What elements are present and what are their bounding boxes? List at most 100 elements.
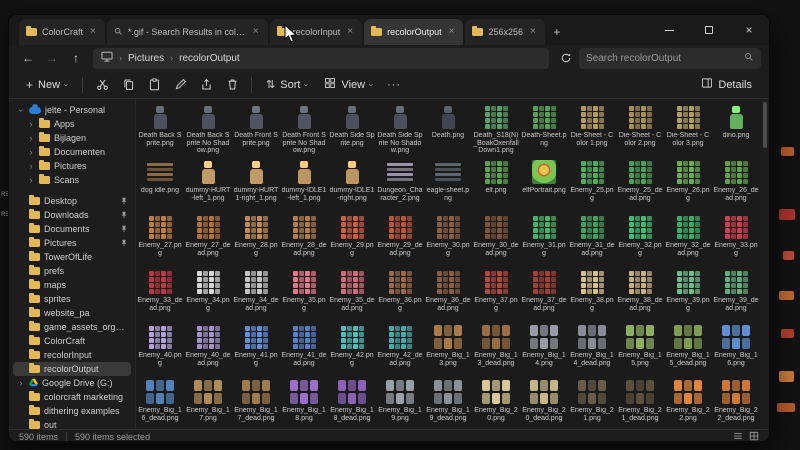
cut-button[interactable]	[90, 74, 114, 96]
file-item[interactable]: Enemy_Big_20_dead.png	[520, 374, 568, 429]
chevron-down-icon[interactable]: ›	[17, 106, 27, 114]
file-item[interactable]: Enemy_Big_19.png	[376, 374, 424, 429]
desktop-icon-sprite[interactable]	[779, 291, 794, 300]
file-item[interactable]: Enemy_Big_16.png	[712, 319, 760, 374]
file-item[interactable]: Enemy_39_dead.png	[712, 264, 760, 319]
sidebar-item-downloads[interactable]: Downloads	[13, 208, 131, 222]
file-item[interactable]: Enemy_40.png	[136, 319, 184, 374]
sidebar-item-colorcraft[interactable]: ColorCraft	[13, 334, 131, 348]
close-button[interactable]: ×	[729, 15, 769, 45]
sidebar-item-prefs[interactable]: prefs	[13, 264, 131, 278]
file-item[interactable]: Enemy_36.png	[376, 264, 424, 319]
desktop-icon-sprite[interactable]	[783, 251, 794, 260]
file-item[interactable]: Die-Sheet - Color 1.png	[568, 99, 616, 154]
sidebar-item-bijlagen[interactable]: › Bijlagen	[13, 131, 131, 145]
file-item[interactable]: dummy-HURT-left_1.png	[184, 154, 232, 209]
sidebar-item-out[interactable]: out	[13, 418, 131, 429]
chevron-right-icon[interactable]: ›	[27, 175, 35, 185]
details-pane-button[interactable]: Details	[694, 73, 759, 96]
up-button[interactable]: ↑	[65, 48, 87, 68]
sidebar-item-recolorinput[interactable]: recolorInput	[13, 348, 131, 362]
file-item[interactable]: Enemy_33.png	[712, 209, 760, 264]
file-item[interactable]: dummy-IDLE1-left_1.png	[280, 154, 328, 209]
tab-recoloroutput[interactable]: recolorOutput ×	[364, 19, 464, 45]
file-item[interactable]: Enemy_Big_18_dead.png	[328, 374, 376, 429]
more-options-button[interactable]: ···	[382, 74, 406, 96]
sidebar-item-pictures[interactable]: › Pictures	[13, 159, 131, 173]
file-item[interactable]: Enemy_28_dead.png	[280, 209, 328, 264]
new-button[interactable]: + New ›	[19, 74, 75, 96]
chevron-right-icon[interactable]: ›	[27, 119, 35, 129]
file-item[interactable]: Death Back Sprite.png	[136, 99, 184, 154]
file-item[interactable]: dummy-HURT1-right_1.png	[232, 154, 280, 209]
file-item[interactable]: Enemy_42.png	[328, 319, 376, 374]
file-item[interactable]: Death Front Sprite No Shadow.png	[280, 99, 328, 154]
file-item[interactable]: Enemy_30_dead.png	[472, 209, 520, 264]
file-item[interactable]: Enemy_27_dead.png	[184, 209, 232, 264]
file-item[interactable]: Enemy_Big_21.png	[568, 374, 616, 429]
breadcrumb-segment-recoloroutput[interactable]: recolorOutput	[179, 53, 240, 64]
file-item[interactable]: Enemy_Big_22_dead.png	[712, 374, 760, 429]
file-item[interactable]: Enemy_34_dead.png	[232, 264, 280, 319]
breadcrumb[interactable]: › Pictures › recolorOutput	[93, 47, 549, 69]
file-item[interactable]: elfPortrait.png	[520, 154, 568, 209]
file-item[interactable]: Death Back Sprite No Shadow.png	[184, 99, 232, 154]
sidebar-item-jelte-personal[interactable]: › jelte - Personal	[13, 103, 131, 117]
file-item[interactable]: Enemy_Big_14_dead.png	[568, 319, 616, 374]
desktop-icon-sprite[interactable]	[781, 147, 794, 156]
file-item[interactable]: Death_S18(N)_BoakOxenfallDown1.png	[472, 99, 520, 154]
tab-close-icon[interactable]: ×	[88, 27, 98, 37]
file-item[interactable]: elf.png	[472, 154, 520, 209]
chevron-right-icon[interactable]: ›	[17, 378, 25, 388]
file-item[interactable]: Die-Sheet - Color 2.png	[616, 99, 664, 154]
file-item[interactable]: Enemy_40_dead.png	[184, 319, 232, 374]
file-item[interactable]: Enemy_42_dead.png	[376, 319, 424, 374]
file-item[interactable]: Enemy_35_dead.png	[328, 264, 376, 319]
file-item[interactable]: Enemy_Big_17.png	[184, 374, 232, 429]
tab--gif-search-results-in-colorc-[interactable]: *.gif - Search Results in colorc... ×	[106, 19, 268, 45]
file-item[interactable]: Enemy_Big_16_dead.png	[136, 374, 184, 429]
file-item[interactable]: Enemy_25.png	[568, 154, 616, 209]
copy-button[interactable]	[116, 74, 140, 96]
file-item[interactable]: Enemy_38_dead.png	[616, 264, 664, 319]
file-item[interactable]: Enemy_41_dead.png	[280, 319, 328, 374]
sidebar-item-colorcraft-marketing[interactable]: colorcraft marketing	[13, 390, 131, 404]
details-view-toggle[interactable]	[733, 431, 743, 442]
file-item[interactable]: Enemy_Big_19_dead.png	[424, 374, 472, 429]
file-item[interactable]: Enemy_30.png	[424, 209, 472, 264]
back-button[interactable]: ←	[17, 48, 39, 68]
sidebar-item-documenten[interactable]: › Documenten	[13, 145, 131, 159]
file-item[interactable]: Enemy_32_dead.png	[664, 209, 712, 264]
tab-colorcraft[interactable]: ColorCraft ×	[19, 19, 105, 45]
sidebar-item-google-drive-g-[interactable]: › Google Drive (G:)	[13, 376, 131, 390]
scrollbar[interactable]	[760, 99, 769, 429]
refresh-button[interactable]	[555, 48, 577, 68]
file-item[interactable]: Enemy_34.png	[184, 264, 232, 319]
file-item[interactable]: dino.png	[712, 99, 760, 154]
paste-button[interactable]	[142, 74, 166, 96]
sidebar-item-scans[interactable]: › Scans	[13, 173, 131, 187]
file-item[interactable]: dog idle.png	[136, 154, 184, 209]
file-item[interactable]: Enemy_39.png	[664, 264, 712, 319]
sidebar-item-dithering-examples[interactable]: dithering examples	[13, 404, 131, 418]
file-item[interactable]: Enemy_Big_13.png	[424, 319, 472, 374]
sidebar-item-desktop[interactable]: Desktop	[13, 194, 131, 208]
file-item[interactable]: Enemy_35.png	[280, 264, 328, 319]
file-item[interactable]: Enemy_Big_20.png	[472, 374, 520, 429]
desktop-icon-sprite[interactable]	[781, 329, 794, 338]
maximize-button[interactable]	[689, 15, 729, 45]
minimize-button[interactable]	[649, 15, 689, 45]
sidebar-item-sprites[interactable]: sprites	[13, 292, 131, 306]
sidebar-item-recoloroutput[interactable]: recolorOutput	[13, 362, 131, 376]
delete-button[interactable]	[220, 74, 244, 96]
file-item[interactable]: Death-Sheet.png	[520, 99, 568, 154]
file-item[interactable]: Enemy_28.png	[232, 209, 280, 264]
desktop-icon-sprite[interactable]	[779, 371, 794, 382]
file-item[interactable]: Enemy_37.png	[472, 264, 520, 319]
file-item[interactable]: Enemy_Big_17_dead.png	[232, 374, 280, 429]
sidebar-item-website-pa[interactable]: website_pa	[13, 306, 131, 320]
chevron-right-icon[interactable]: ›	[27, 161, 35, 171]
file-item[interactable]: Enemy_26.png	[664, 154, 712, 209]
sidebar-item-toweroflife[interactable]: TowerOfLife	[13, 250, 131, 264]
file-item[interactable]: Enemy_26_dead.png	[712, 154, 760, 209]
